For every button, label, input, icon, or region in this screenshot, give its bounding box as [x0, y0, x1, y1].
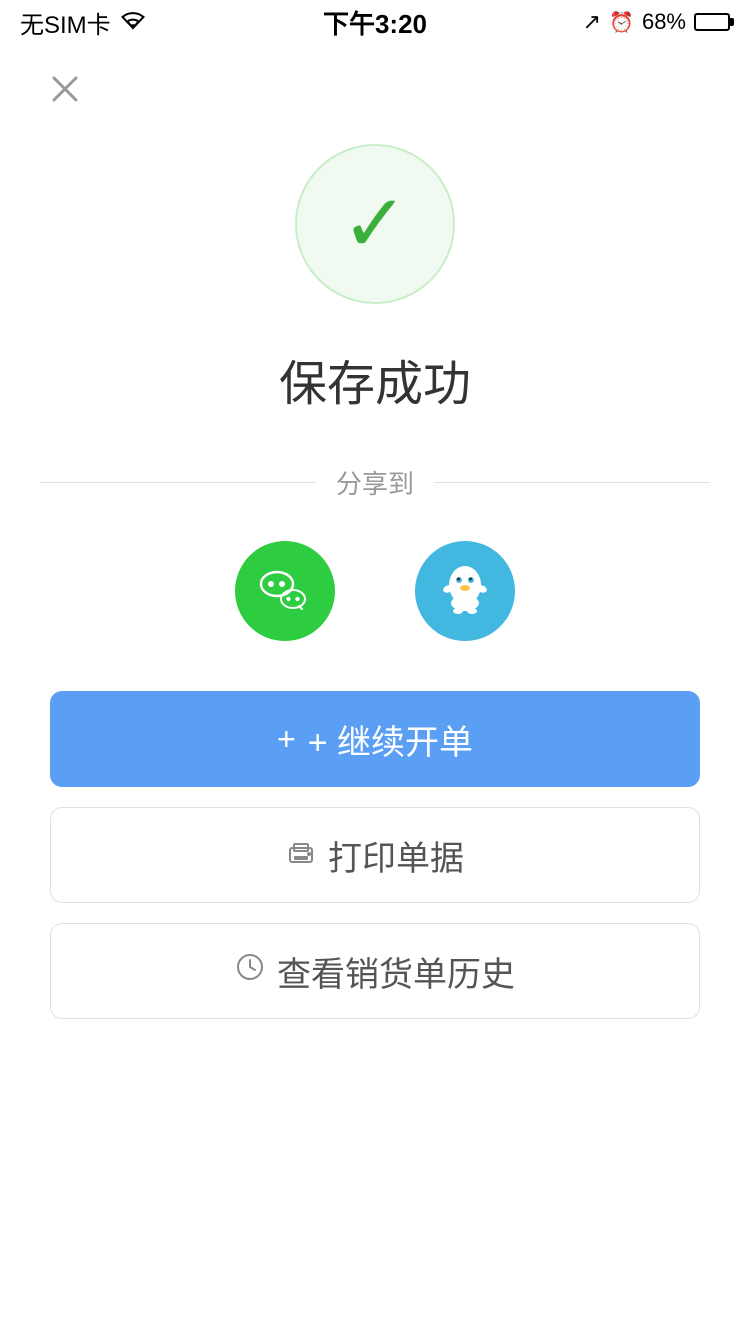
view-history-button[interactable]: 查看销货单历史 [50, 923, 700, 1019]
wechat-icon [255, 566, 315, 616]
share-divider: 分享到 [40, 464, 710, 501]
alarm-icon: ⏰ [609, 10, 634, 35]
status-time: 下午3:20 [323, 4, 427, 41]
share-buttons [40, 541, 710, 641]
location-icon: ↗ [583, 9, 601, 35]
print-receipt-label: 打印单据 [328, 831, 464, 880]
status-carrier: 无SIM卡 [20, 5, 147, 40]
clock-icon [235, 952, 265, 990]
wifi-icon [119, 12, 147, 32]
checkmark-icon: ✓ [341, 184, 408, 264]
status-bar: 无SIM卡 下午3:20 ↗ ⏰ 68% [0, 0, 750, 44]
battery-icon [694, 13, 730, 31]
success-title: 保存成功 [279, 344, 471, 414]
share-label: 分享到 [336, 464, 414, 501]
print-receipt-button[interactable]: 打印单据 [50, 807, 700, 903]
continue-order-label: + 继续开单 [308, 715, 473, 764]
status-right-icons: ↗ ⏰ 68% [583, 9, 730, 35]
success-icon-circle: ✓ [295, 144, 455, 304]
printer-icon [286, 837, 316, 874]
qq-share-button[interactable] [415, 541, 515, 641]
view-history-label: 查看销货单历史 [277, 947, 515, 996]
carrier-text: 无SIM卡 [20, 5, 111, 40]
wechat-share-button[interactable] [235, 541, 335, 641]
share-section: 分享到 [40, 464, 710, 641]
plus-icon: + [277, 721, 296, 758]
main-content: ✓ 保存成功 分享到 [0, 114, 750, 1334]
action-buttons: + + 继续开单 打印单据 查看销货单历史 [40, 691, 710, 1019]
battery-percent: 68% [642, 9, 686, 35]
close-icon [50, 74, 80, 104]
qq-icon [436, 561, 494, 621]
continue-order-button[interactable]: + + 继续开单 [50, 691, 700, 787]
close-button[interactable] [40, 64, 90, 114]
